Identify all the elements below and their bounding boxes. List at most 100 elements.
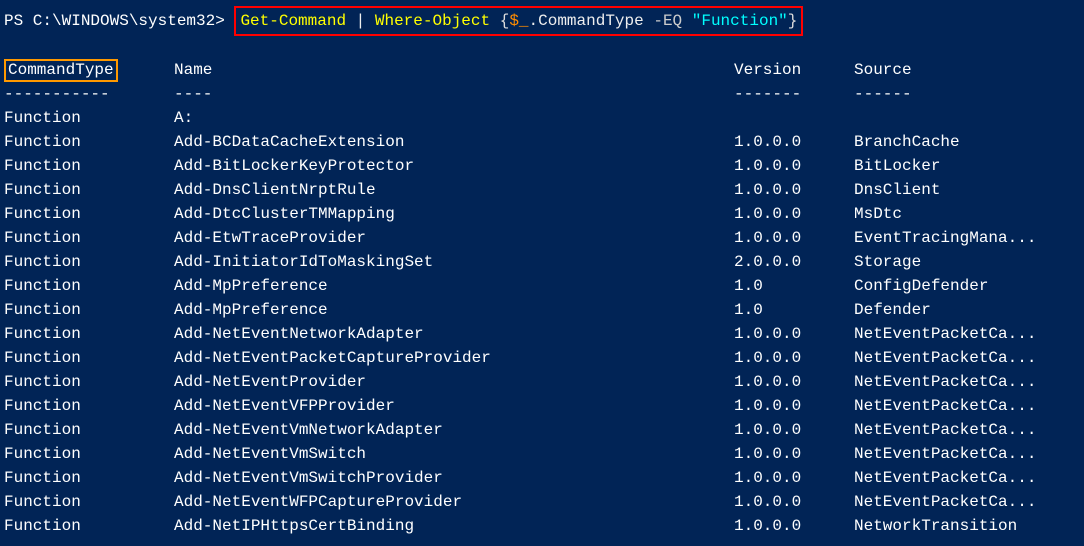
cell-source: Defender — [854, 298, 1080, 322]
cell-commandtype: Function — [4, 442, 174, 466]
dash-source: ------ — [854, 82, 1080, 106]
cell-name: Add-NetEventPacketCaptureProvider — [174, 346, 734, 370]
command-where-object: Where-Object — [375, 9, 490, 33]
cell-name: Add-NetEventProvider — [174, 370, 734, 394]
cell-version: 1.0.0.0 — [734, 202, 854, 226]
table-row: FunctionAdd-InitiatorIdToMaskingSet2.0.0… — [4, 250, 1080, 274]
cell-source: ConfigDefender — [854, 274, 1080, 298]
cell-commandtype: Function — [4, 226, 174, 250]
variable-dollar: $_ — [509, 9, 528, 33]
cell-name: Add-NetEventVFPProvider — [174, 394, 734, 418]
cell-name: Add-MpPreference — [174, 274, 734, 298]
cell-version: 1.0.0.0 — [734, 514, 854, 538]
cell-source: MsDtc — [854, 202, 1080, 226]
cell-source: NetEventPacketCa... — [854, 418, 1080, 442]
prompt-text: PS C:\WINDOWS\system32> — [4, 9, 234, 33]
cell-name: Add-BCDataCacheExtension — [174, 130, 734, 154]
commandtype-highlight-box: CommandType — [4, 59, 118, 82]
cell-name: Add-NetIPHttpsCertBinding — [174, 514, 734, 538]
table-row: FunctionAdd-NetEventVmSwitchProvider1.0.… — [4, 466, 1080, 490]
cell-commandtype: Function — [4, 130, 174, 154]
cell-version: 1.0.0.0 — [734, 466, 854, 490]
cell-source: EventTracingMana... — [854, 226, 1080, 250]
dash-name: ---- — [174, 82, 734, 106]
cell-source: DnsClient — [854, 178, 1080, 202]
cell-name: A: — [174, 106, 734, 130]
cell-version: 1.0.0.0 — [734, 346, 854, 370]
output-table: CommandType Name Version Source --------… — [4, 58, 1080, 538]
cell-commandtype: Function — [4, 154, 174, 178]
cell-version: 1.0.0.0 — [734, 490, 854, 514]
cell-source — [854, 106, 1080, 130]
cell-commandtype: Function — [4, 178, 174, 202]
cell-version: 1.0.0.0 — [734, 130, 854, 154]
cell-name: Add-BitLockerKeyProtector — [174, 154, 734, 178]
cell-version: 1.0 — [734, 298, 854, 322]
cell-commandtype: Function — [4, 298, 174, 322]
table-row: FunctionAdd-BitLockerKeyProtector1.0.0.0… — [4, 154, 1080, 178]
table-row: FunctionAdd-NetEventVmNetworkAdapter1.0.… — [4, 418, 1080, 442]
cell-version: 1.0.0.0 — [734, 418, 854, 442]
cell-source: NetEventPacketCa... — [854, 322, 1080, 346]
command-highlight-box: Get-Command | Where-Object { $_ .Command… — [234, 6, 803, 36]
cell-source: NetEventPacketCa... — [854, 442, 1080, 466]
cell-version: 1.0.0.0 — [734, 154, 854, 178]
cell-version: 1.0 — [734, 274, 854, 298]
cell-source: NetEventPacketCa... — [854, 346, 1080, 370]
prompt-line: PS C:\WINDOWS\system32> Get-Command | Wh… — [4, 6, 1080, 36]
table-row: FunctionAdd-NetEventProvider1.0.0.0NetEv… — [4, 370, 1080, 394]
property-access: .CommandType — [529, 9, 654, 33]
brace-close: } — [788, 9, 798, 33]
cell-source: BitLocker — [854, 154, 1080, 178]
cell-source: NetEventPacketCa... — [854, 394, 1080, 418]
cell-name: Add-NetEventWFPCaptureProvider — [174, 490, 734, 514]
table-row: FunctionAdd-BCDataCacheExtension1.0.0.0B… — [4, 130, 1080, 154]
cell-commandtype: Function — [4, 250, 174, 274]
header-source: Source — [854, 58, 1080, 82]
cell-commandtype: Function — [4, 274, 174, 298]
cell-version: 1.0.0.0 — [734, 394, 854, 418]
table-rows-container: FunctionA:FunctionAdd-BCDataCacheExtensi… — [4, 106, 1080, 538]
table-header-row: CommandType Name Version Source — [4, 58, 1080, 82]
table-row: FunctionAdd-NetIPHttpsCertBinding1.0.0.0… — [4, 514, 1080, 538]
cell-source: Storage — [854, 250, 1080, 274]
cell-source: NetEventPacketCa... — [854, 490, 1080, 514]
table-row: FunctionAdd-NetEventVmSwitch1.0.0.0NetEv… — [4, 442, 1080, 466]
space — [490, 9, 500, 33]
cell-version — [734, 106, 854, 130]
cell-commandtype: Function — [4, 514, 174, 538]
operator-eq: -EQ — [653, 9, 691, 33]
command-get-command: Get-Command — [240, 9, 346, 33]
cell-commandtype: Function — [4, 418, 174, 442]
cell-commandtype: Function — [4, 202, 174, 226]
cell-version: 1.0.0.0 — [734, 178, 854, 202]
brace-open: { — [500, 9, 510, 33]
cell-name: Add-NetEventVmNetworkAdapter — [174, 418, 734, 442]
cell-commandtype: Function — [4, 346, 174, 370]
cell-name: Add-MpPreference — [174, 298, 734, 322]
cell-name: Add-NetEventNetworkAdapter — [174, 322, 734, 346]
header-version: Version — [734, 58, 854, 82]
cell-version: 1.0.0.0 — [734, 370, 854, 394]
table-row: FunctionAdd-NetEventVFPProvider1.0.0.0Ne… — [4, 394, 1080, 418]
table-row: FunctionAdd-EtwTraceProvider1.0.0.0Event… — [4, 226, 1080, 250]
dash-type: ----------- — [4, 82, 174, 106]
cell-commandtype: Function — [4, 322, 174, 346]
table-row: FunctionAdd-NetEventWFPCaptureProvider1.… — [4, 490, 1080, 514]
table-row: FunctionAdd-NetEventPacketCaptureProvide… — [4, 346, 1080, 370]
table-row: FunctionAdd-DnsClientNrptRule1.0.0.0DnsC… — [4, 178, 1080, 202]
dash-version: ------- — [734, 82, 854, 106]
cell-name: Add-DnsClientNrptRule — [174, 178, 734, 202]
cell-version: 1.0.0.0 — [734, 442, 854, 466]
cell-commandtype: Function — [4, 394, 174, 418]
cell-name: Add-NetEventVmSwitchProvider — [174, 466, 734, 490]
table-row: FunctionA: — [4, 106, 1080, 130]
cell-version: 1.0.0.0 — [734, 226, 854, 250]
cell-commandtype: Function — [4, 466, 174, 490]
table-row: FunctionAdd-MpPreference1.0ConfigDefende… — [4, 274, 1080, 298]
cell-commandtype: Function — [4, 370, 174, 394]
cell-version: 1.0.0.0 — [734, 322, 854, 346]
cell-source: NetEventPacketCa... — [854, 370, 1080, 394]
cell-name: Add-NetEventVmSwitch — [174, 442, 734, 466]
cell-source: NetworkTransition — [854, 514, 1080, 538]
